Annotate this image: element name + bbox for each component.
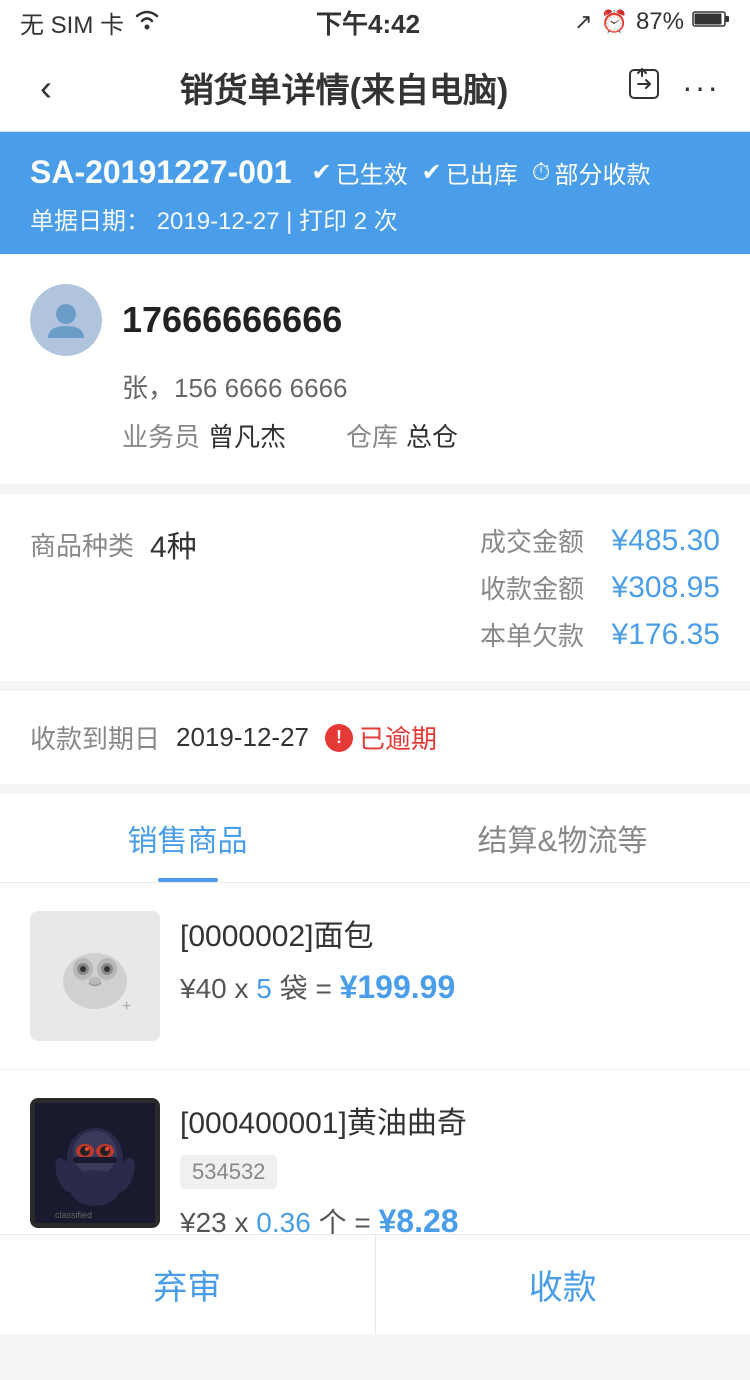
order-banner: SA-20191227-001 ✔ 已生效 ✔ 已出库 ⏱ 部分收款 单据日期：… xyxy=(0,132,750,254)
stats-right: 成交金额 ¥485.30 收款金额 ¥308.95 本单欠款 ¥176.35 xyxy=(480,522,720,653)
overdue-badge: ! 已逾期 xyxy=(325,719,437,756)
collect-payment-button[interactable]: 收款 xyxy=(376,1235,750,1334)
warehouse-meta: 仓库 总仓 xyxy=(346,417,458,454)
product-thumb-1: + xyxy=(30,911,160,1041)
product-info-1: [0000002]面包 ¥40 x 5 袋 = ¥199.99 xyxy=(180,911,720,1007)
amount-value: ¥485.30 xyxy=(600,524,720,558)
customer-avatar xyxy=(30,284,102,356)
kind-label: 商品种类 xyxy=(30,526,134,563)
page-title: 销货单详情(来自电脑) xyxy=(180,63,509,112)
order-number: SA-20191227-001 xyxy=(30,154,292,191)
due-date: 2019-12-27 xyxy=(176,722,309,753)
status-time: 下午4:42 xyxy=(316,4,420,41)
check-icon-2: ✔ xyxy=(422,158,442,187)
tab-settlement-label: 结算&物流等 xyxy=(477,816,647,860)
product-name-2: [000400001]黄油曲奇 xyxy=(180,1098,720,1142)
back-button[interactable]: ‹ xyxy=(30,57,62,119)
due-label: 收款到期日 xyxy=(30,719,160,756)
wifi-icon xyxy=(132,8,162,37)
customer-row: 17666666666 xyxy=(30,284,720,356)
abandon-review-button[interactable]: 弃审 xyxy=(0,1235,376,1334)
amount-label: 成交金额 xyxy=(480,522,584,559)
customer-meta: 业务员 曾凡杰 仓库 总仓 xyxy=(30,417,720,454)
received-value: ¥308.95 xyxy=(600,571,720,605)
stats-kind-row: 商品种类 4种 xyxy=(30,522,197,566)
clock-icon: ⏱ xyxy=(532,159,551,187)
product-list: + [0000002]面包 ¥40 x 5 袋 = ¥199.99 xyxy=(0,883,750,1270)
customer-name: 17666666666 xyxy=(122,299,342,341)
order-date-row: 单据日期： 2019-12-27 | 打印 2 次 xyxy=(30,201,720,236)
order-status-badges: ✔ 已生效 ✔ 已出库 ⏱ 部分收款 xyxy=(312,155,651,190)
carrier-text: 无 SIM 卡 xyxy=(20,5,124,40)
nav-bar: ‹ 销货单详情(来自电脑) ··· xyxy=(0,44,750,132)
battery-text: 87% xyxy=(636,8,684,36)
tab-sales-underline xyxy=(158,878,218,882)
status-badge-shipped: ✔ 已出库 xyxy=(422,155,518,190)
tab-settlement[interactable]: 结算&物流等 xyxy=(375,794,750,882)
overdue-dot-icon: ! xyxy=(325,724,353,752)
received-label: 收款金额 xyxy=(480,569,584,606)
debt-value: ¥176.35 xyxy=(600,618,720,652)
product-total-1: ¥199.99 xyxy=(340,969,456,1005)
product-thumb-2: classified xyxy=(30,1098,160,1228)
bottom-bar: 弃审 收款 xyxy=(0,1234,750,1334)
customer-detail: 张，156 6666 6666 xyxy=(30,368,720,405)
status-right: ↗ ⏰ 87% xyxy=(574,8,730,36)
sales-value: 曾凡杰 xyxy=(208,417,286,454)
due-section: 收款到期日 2019-12-27 ! 已逾期 xyxy=(0,691,750,784)
warehouse-value: 总仓 xyxy=(406,417,458,454)
order-banner-row1: SA-20191227-001 ✔ 已生效 ✔ 已出库 ⏱ 部分收款 xyxy=(30,154,720,191)
svg-text:+: + xyxy=(122,998,131,1015)
battery-icon xyxy=(692,8,730,36)
status-bar: 无 SIM 卡 下午4:42 ↗ ⏰ 87% xyxy=(0,0,750,44)
alarm-icon: ⏰ xyxy=(601,9,628,35)
more-icon[interactable]: ··· xyxy=(682,69,720,106)
debt-row: 本单欠款 ¥176.35 xyxy=(480,616,720,653)
status-left: 无 SIM 卡 xyxy=(20,5,162,40)
stats-section: 商品种类 4种 成交金额 ¥485.30 收款金额 ¥308.95 本单欠款 ¥… xyxy=(0,494,750,681)
nav-actions: ··· xyxy=(626,66,720,110)
amount-row: 成交金额 ¥485.30 xyxy=(480,522,720,559)
tabs-section: 销售商品 结算&物流等 xyxy=(0,794,750,883)
kind-value: 4种 xyxy=(150,522,197,566)
product-name-1: [0000002]面包 xyxy=(180,911,720,955)
received-row: 收款金额 ¥308.95 xyxy=(480,569,720,606)
customer-section: 17666666666 张，156 6666 6666 业务员 曾凡杰 仓库 总… xyxy=(0,254,750,484)
check-icon-1: ✔ xyxy=(312,158,332,187)
product-qty-1: 5 xyxy=(256,973,272,1004)
debt-label: 本单欠款 xyxy=(480,616,584,653)
tab-sales-label: 销售商品 xyxy=(128,816,248,860)
product-item: + [0000002]面包 ¥40 x 5 袋 = ¥199.99 xyxy=(0,883,750,1070)
status-badge-partial: ⏱ 部分收款 xyxy=(532,155,651,190)
tabs-row: 销售商品 结算&物流等 xyxy=(0,794,750,882)
product-tag-2: 534532 xyxy=(180,1155,277,1189)
svg-text:classified: classified xyxy=(55,1210,92,1220)
share-icon[interactable] xyxy=(626,66,662,110)
overdue-text: 已逾期 xyxy=(359,719,437,756)
stats-left: 商品种类 4种 xyxy=(30,522,197,566)
location-icon: ↗ xyxy=(574,9,592,35)
tab-sales[interactable]: 销售商品 xyxy=(0,794,375,882)
warehouse-label: 仓库 xyxy=(346,417,398,454)
product-info-2: [000400001]黄油曲奇 534532 ¥23 x 0.36 个 = ¥8… xyxy=(180,1098,720,1241)
sales-label: 业务员 xyxy=(122,417,200,454)
sales-meta: 业务员 曾凡杰 xyxy=(122,417,286,454)
product-tag-wrapper: 534532 xyxy=(180,1154,720,1189)
status-badge-active: ✔ 已生效 xyxy=(312,155,408,190)
product-price-row-1: ¥40 x 5 袋 = ¥199.99 xyxy=(180,967,720,1007)
